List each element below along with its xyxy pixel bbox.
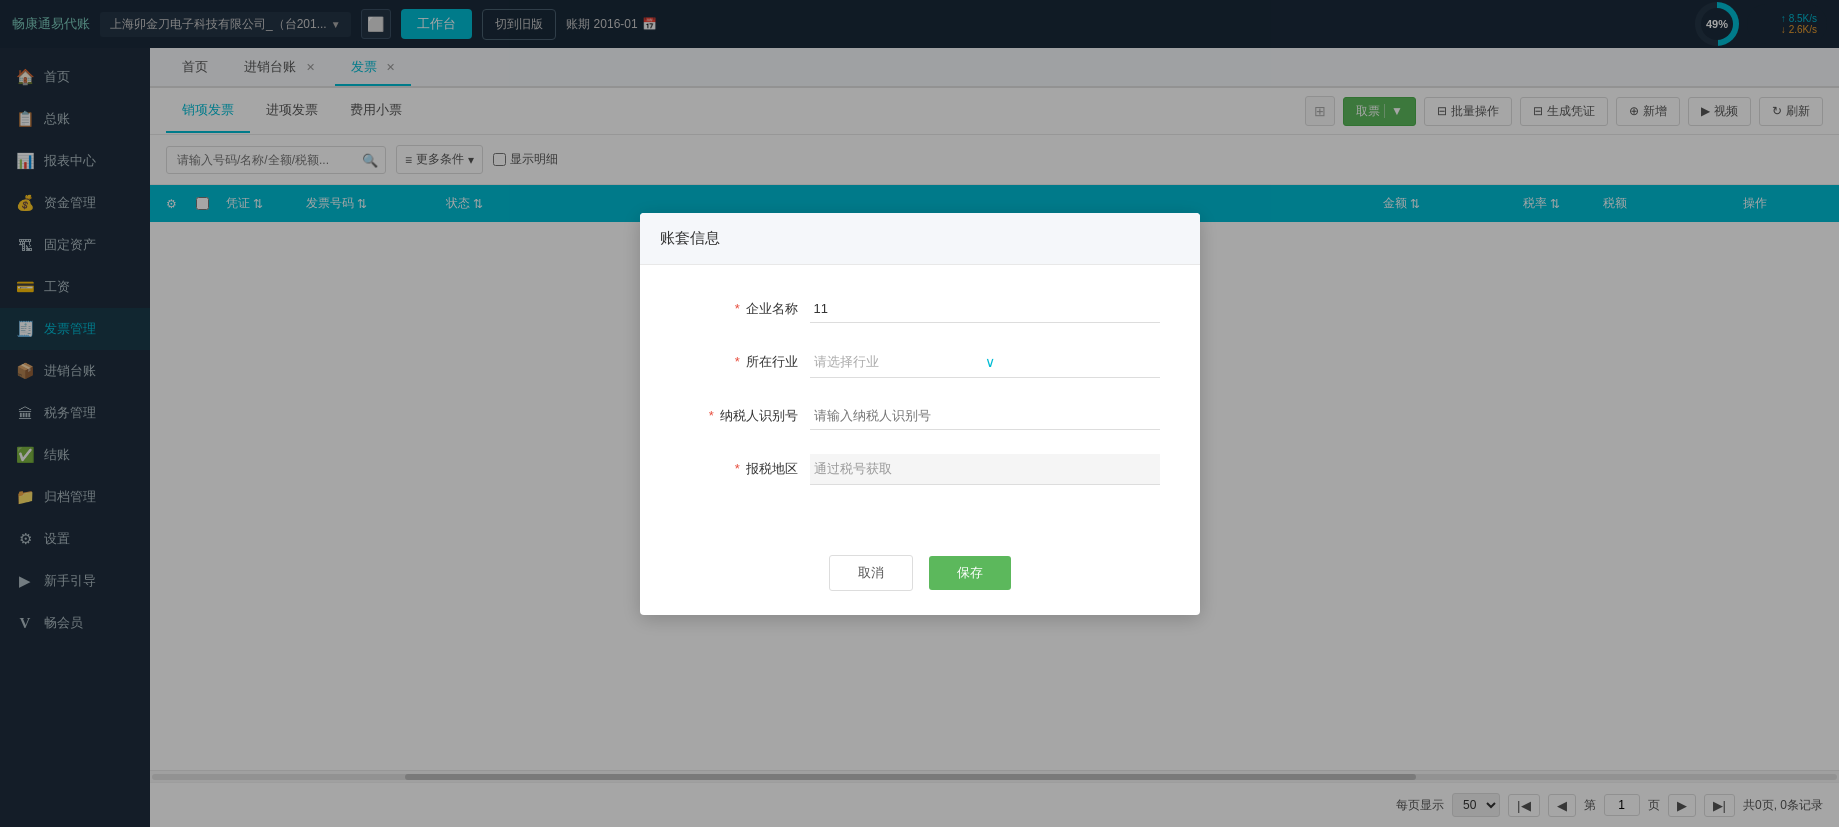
company-label-text: 企业名称: [746, 301, 798, 316]
form-row-tax-region: * 报税地区 通过税号获取: [680, 454, 1160, 485]
cancel-button[interactable]: 取消: [829, 555, 913, 591]
tax-id-input[interactable]: [810, 402, 1160, 430]
industry-chevron-icon: ∨: [985, 354, 1156, 370]
tax-id-required-mark: *: [709, 408, 714, 423]
industry-label-text: 所在行业: [746, 354, 798, 369]
modal-overlay: 账套信息 * 企业名称 * 所在行业 请选择行业 ∨: [0, 0, 1839, 827]
industry-placeholder: 请选择行业: [814, 353, 985, 371]
dialog-title: 账套信息: [660, 229, 720, 246]
company-name-input[interactable]: [810, 295, 1160, 323]
industry-label: * 所在行业: [680, 353, 810, 371]
form-row-industry: * 所在行业 请选择行业 ∨: [680, 347, 1160, 378]
dialog-footer: 取消 保存: [640, 539, 1200, 615]
form-row-company: * 企业名称: [680, 295, 1160, 323]
form-row-tax-id: * 纳税人识别号: [680, 402, 1160, 430]
tax-id-label: * 纳税人识别号: [680, 407, 810, 425]
dialog-body: * 企业名称 * 所在行业 请选择行业 ∨ *: [640, 265, 1200, 539]
industry-required-mark: *: [735, 354, 740, 369]
tax-id-label-text: 纳税人识别号: [720, 408, 798, 423]
company-required-mark: *: [735, 301, 740, 316]
save-button[interactable]: 保存: [929, 556, 1011, 590]
dialog-header: 账套信息: [640, 213, 1200, 265]
tax-region-placeholder: 通过税号获取: [814, 461, 892, 476]
tax-region-label: * 报税地区: [680, 460, 810, 478]
industry-select[interactable]: 请选择行业 ∨: [810, 347, 1160, 378]
company-name-label: * 企业名称: [680, 300, 810, 318]
tax-region-required-mark: *: [735, 461, 740, 476]
account-info-dialog: 账套信息 * 企业名称 * 所在行业 请选择行业 ∨: [640, 213, 1200, 615]
tax-region-label-text: 报税地区: [746, 461, 798, 476]
tax-region-input: 通过税号获取: [810, 454, 1160, 485]
